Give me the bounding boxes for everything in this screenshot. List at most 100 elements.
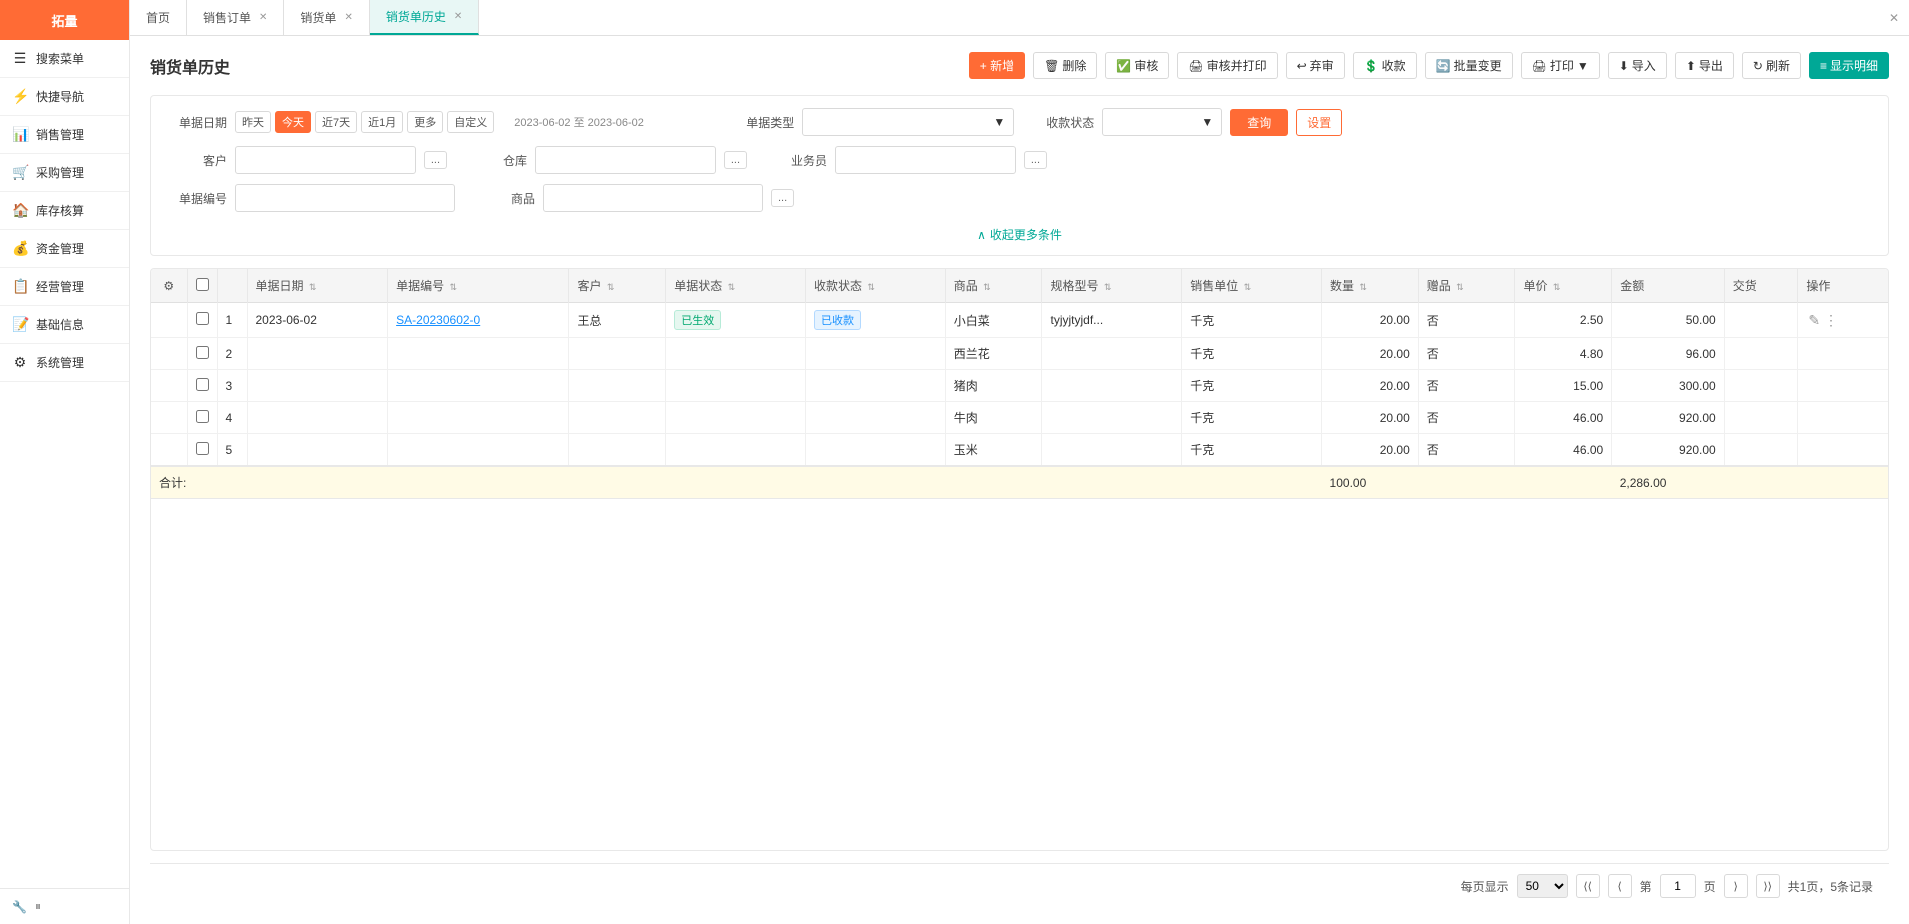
sort-spec-icon[interactable]: ⇅ xyxy=(1104,282,1112,292)
goods-ellipsis[interactable]: ... xyxy=(771,189,794,207)
sort-customer-icon[interactable]: ⇅ xyxy=(607,282,615,292)
payment-status-select[interactable]: ▼ xyxy=(1102,108,1222,136)
col-qty[interactable]: 数量 ⇅ xyxy=(1322,269,1419,303)
tab-sales-history-close[interactable]: ✕ xyxy=(454,11,462,22)
sort-price-icon[interactable]: ⇅ xyxy=(1553,282,1561,292)
doc-number-input[interactable] xyxy=(235,184,455,212)
sort-unit-icon[interactable]: ⇅ xyxy=(1244,282,1252,292)
row-checkbox[interactable] xyxy=(196,312,209,325)
row-doc-status xyxy=(666,434,806,467)
collect-button[interactable]: 💲 收款 xyxy=(1353,52,1417,79)
col-unit-label: 销售单位 xyxy=(1190,279,1238,293)
settings-button[interactable]: 设置 xyxy=(1296,109,1342,136)
sidebar-item-purchase-mgmt[interactable]: 🛒 采购管理 xyxy=(0,154,129,192)
next-page-button[interactable]: ⟩ xyxy=(1724,874,1748,898)
abandon-button[interactable]: ↩ 弃审 xyxy=(1286,52,1345,79)
customer-ellipsis[interactable]: ... xyxy=(424,151,447,169)
query-button[interactable]: 查询 xyxy=(1230,109,1288,136)
select-all-checkbox[interactable] xyxy=(196,278,209,291)
sidebar-item-sales-mgmt[interactable]: 📊 销售管理 xyxy=(0,116,129,154)
sidebar-item-system-mgmt[interactable]: ⚙ 系统管理 xyxy=(0,344,129,382)
row-checkbox-cell[interactable] xyxy=(187,338,217,370)
row-amount: 920.00 xyxy=(1612,402,1725,434)
row-checkbox[interactable] xyxy=(196,410,209,423)
refresh-button[interactable]: ↻ 刷新 xyxy=(1742,52,1801,79)
sidebar-item-finance-mgmt[interactable]: 💰 资金管理 xyxy=(0,230,129,268)
row-checkbox[interactable] xyxy=(196,378,209,391)
row-checkbox[interactable] xyxy=(196,442,209,455)
sidebar-item-basic-info[interactable]: 📝 基础信息 xyxy=(0,306,129,344)
date-btn-yesterday[interactable]: 昨天 xyxy=(235,111,271,133)
col-payment-status[interactable]: 收款状态 ⇅ xyxy=(805,269,945,303)
prev-page-button[interactable]: ⟨ xyxy=(1608,874,1632,898)
page-number-input[interactable] xyxy=(1660,874,1696,898)
warehouse-ellipsis[interactable]: ... xyxy=(724,151,747,169)
col-spec[interactable]: 规格型号 ⇅ xyxy=(1042,269,1182,303)
date-btn-custom[interactable]: 自定义 xyxy=(447,111,494,133)
tab-bar-end[interactable]: ✕ xyxy=(1889,0,1909,35)
page-size-select[interactable]: 10 20 50 100 xyxy=(1517,874,1568,898)
tab-sales-goods-close[interactable]: ✕ xyxy=(344,12,352,23)
date-btn-more[interactable]: 更多 xyxy=(407,111,443,133)
col-doc-date[interactable]: 单据日期 ⇅ xyxy=(247,269,388,303)
col-doc-number[interactable]: 单据编号 ⇅ xyxy=(388,269,569,303)
sort-payment-status-icon[interactable]: ⇅ xyxy=(867,282,875,292)
sidebar-item-inventory[interactable]: 🏠 库存核算 xyxy=(0,192,129,230)
date-btn-7days[interactable]: 近7天 xyxy=(315,111,357,133)
first-page-button[interactable]: ⟨⟨ xyxy=(1576,874,1600,898)
salesperson-ellipsis[interactable]: ... xyxy=(1024,151,1047,169)
export-button[interactable]: ⬆ 导出 xyxy=(1675,52,1734,79)
row-checkbox[interactable] xyxy=(196,346,209,359)
doc-type-select[interactable]: ▼ xyxy=(802,108,1014,136)
new-button[interactable]: + 新增 xyxy=(969,52,1025,79)
col-gift-label: 赠品 xyxy=(1427,279,1451,293)
date-btn-1month[interactable]: 近1月 xyxy=(361,111,403,133)
tab-sales-history[interactable]: 销货单历史 ✕ xyxy=(370,0,479,35)
edit-icon[interactable]: ✎ xyxy=(1808,312,1820,328)
show-detail-button[interactable]: ≡ 显示明细 xyxy=(1809,52,1889,79)
goods-input[interactable] xyxy=(543,184,763,212)
row-action xyxy=(1798,370,1888,402)
sort-doc-number-icon[interactable]: ⇅ xyxy=(450,282,458,292)
table-header-row: ⚙ 单据日期 ⇅ 单据编号 ⇅ 客户 ⇅ xyxy=(151,269,1888,303)
batch-change-button[interactable]: 🔄 批量变更 xyxy=(1425,52,1513,79)
delete-button[interactable]: 🗑 删除 xyxy=(1033,52,1097,79)
date-btn-today[interactable]: 今天 xyxy=(275,111,311,133)
tab-sales-order-close[interactable]: ✕ xyxy=(259,12,267,23)
col-unit[interactable]: 销售单位 ⇅ xyxy=(1182,269,1322,303)
col-doc-status[interactable]: 单据状态 ⇅ xyxy=(666,269,806,303)
sort-doc-date-icon[interactable]: ⇅ xyxy=(309,282,317,292)
tab-home[interactable]: 首页 xyxy=(130,0,187,35)
sort-doc-status-icon[interactable]: ⇅ xyxy=(728,282,736,292)
col-gift[interactable]: 赠品 ⇅ xyxy=(1418,269,1515,303)
tab-sales-order[interactable]: 销售订单 ✕ xyxy=(187,0,284,35)
col-settings[interactable]: ⚙ xyxy=(151,269,187,303)
filter-warehouse-label: 仓库 xyxy=(467,152,527,169)
audit-print-button[interactable]: 🖨 审核并打印 xyxy=(1177,52,1277,79)
import-button[interactable]: ⬇ 导入 xyxy=(1608,52,1667,79)
col-goods[interactable]: 商品 ⇅ xyxy=(945,269,1042,303)
last-page-button[interactable]: ⟩⟩ xyxy=(1756,874,1780,898)
warehouse-input[interactable] xyxy=(535,146,716,174)
sort-qty-icon[interactable]: ⇅ xyxy=(1359,282,1367,292)
tab-sales-goods[interactable]: 销货单 ✕ xyxy=(284,0,369,35)
print-button[interactable]: 🖨 打印 ▼ xyxy=(1521,52,1600,79)
salesperson-input[interactable] xyxy=(835,146,1016,174)
more-icon[interactable]: ⋮ xyxy=(1824,312,1838,328)
row-checkbox-cell[interactable] xyxy=(187,303,217,338)
sidebar-item-operations-mgmt[interactable]: 📋 经营管理 xyxy=(0,268,129,306)
col-customer[interactable]: 客户 ⇅ xyxy=(569,269,666,303)
sidebar-item-quick-nav[interactable]: ⚡ 快捷导航 xyxy=(0,78,129,116)
row-checkbox-cell[interactable] xyxy=(187,402,217,434)
sort-goods-icon[interactable]: ⇅ xyxy=(983,282,991,292)
customer-input[interactable] xyxy=(235,146,416,174)
row-checkbox-cell[interactable] xyxy=(187,370,217,402)
row-doc-status xyxy=(666,338,806,370)
sort-gift-icon[interactable]: ⇅ xyxy=(1456,282,1464,292)
row-checkbox-cell[interactable] xyxy=(187,434,217,467)
col-price[interactable]: 单价 ⇅ xyxy=(1515,269,1612,303)
collapse-button[interactable]: ∧ 收起更多条件 xyxy=(167,222,1872,243)
sidebar-item-search-menu[interactable]: ☰ 搜索菜单 xyxy=(0,40,129,78)
doc-number-link[interactable]: SA-20230602-0 xyxy=(396,313,480,327)
audit-button[interactable]: ✅ 审核 xyxy=(1105,52,1169,79)
